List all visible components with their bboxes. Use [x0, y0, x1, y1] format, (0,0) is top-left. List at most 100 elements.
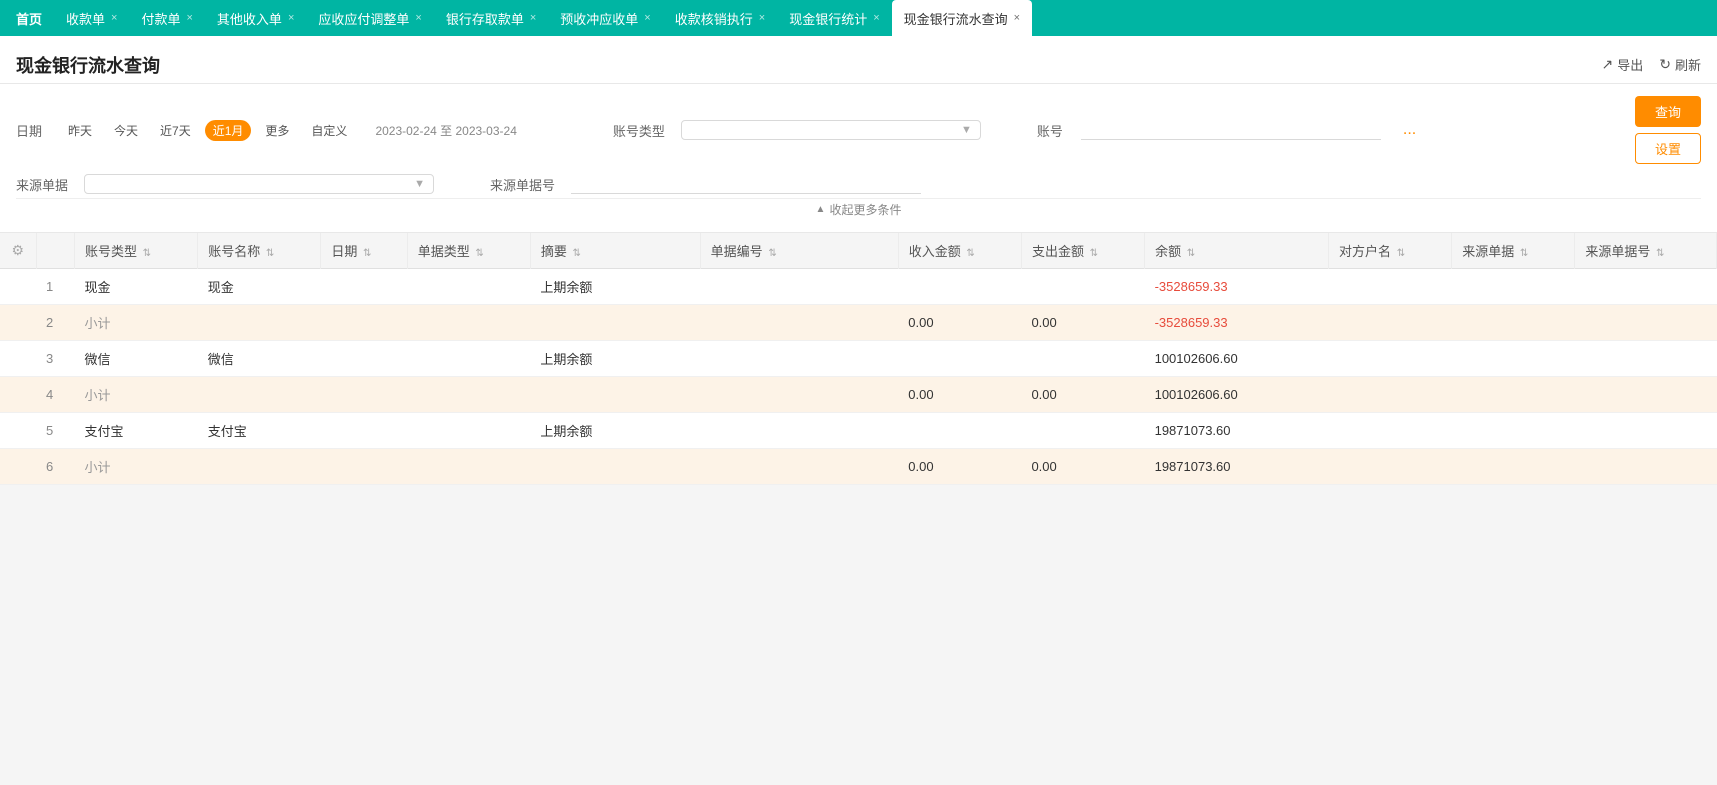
account-input[interactable]: [1085, 122, 1377, 137]
nav-adjustment[interactable]: 应收应付调整单 ×: [306, 0, 433, 36]
row-doc-no: [700, 305, 898, 341]
nav-verify-close[interactable]: ×: [759, 12, 765, 24]
nav-prepaid-close[interactable]: ×: [644, 12, 650, 24]
col-doc-type[interactable]: 单据类型 ⇅: [407, 233, 530, 269]
row-income: [898, 269, 1021, 305]
nav-statistics[interactable]: 现金银行统计 ×: [777, 0, 891, 36]
nav-other-income-close[interactable]: ×: [288, 12, 294, 24]
col-income[interactable]: 收入金额 ⇅: [898, 233, 1021, 269]
row-counterpart: [1329, 377, 1452, 413]
nav-other-income[interactable]: 其他收入单 ×: [205, 0, 306, 36]
row-account-name: 支付宝: [198, 413, 321, 449]
refresh-button[interactable]: ↻ 刷新: [1659, 55, 1701, 74]
account-type-select[interactable]: ▼: [681, 120, 981, 140]
row-gear: [0, 413, 36, 449]
col-counterpart[interactable]: 对方户名 ⇅: [1329, 233, 1452, 269]
row-balance: 100102606.60: [1145, 341, 1329, 377]
nav-receipt[interactable]: 收款单 ×: [54, 0, 129, 36]
row-source-doc: [1452, 269, 1575, 305]
row-summary: [530, 377, 700, 413]
collapse-row: ▲ 收起更多条件: [16, 198, 1701, 220]
nav-prepaid[interactable]: 预收冲应收单 ×: [548, 0, 662, 36]
col-expense[interactable]: 支出金额 ⇅: [1021, 233, 1144, 269]
gear-icon[interactable]: ⚙: [11, 242, 24, 258]
row-summary: 上期余额: [530, 341, 700, 377]
sort-balance-icon: ⇅: [1187, 248, 1195, 259]
action-buttons: 查询 设置: [1635, 96, 1701, 164]
date-opt-yesterday[interactable]: 昨天: [60, 120, 100, 141]
collapse-button[interactable]: ▲ 收起更多条件: [16, 198, 1701, 220]
row-counterpart: [1329, 449, 1452, 485]
date-options: 昨天 今天 近7天 近1月 更多 自定义: [60, 120, 355, 141]
account-type-chevron-icon: ▼: [961, 124, 972, 136]
date-opt-1month[interactable]: 近1月: [205, 120, 252, 141]
nav-home-label: 首页: [16, 9, 42, 28]
row-source-doc: [1452, 341, 1575, 377]
sort-doc-type-icon: ⇅: [475, 248, 483, 259]
row-summary: [530, 449, 700, 485]
row-date: [321, 377, 407, 413]
table-row[interactable]: 5 支付宝 支付宝 上期余额 19871073.60: [0, 413, 1717, 449]
export-icon: ↗: [1602, 56, 1614, 73]
row-expense: [1021, 341, 1144, 377]
nav-bank-deposit[interactable]: 银行存取款单 ×: [434, 0, 548, 36]
col-doc-no[interactable]: 单据编号 ⇅: [700, 233, 898, 269]
table-row[interactable]: 3 微信 微信 上期余额 100102606.60: [0, 341, 1717, 377]
nav-receipt-close[interactable]: ×: [111, 12, 117, 24]
col-date[interactable]: 日期 ⇅: [321, 233, 407, 269]
date-opt-today[interactable]: 今天: [106, 120, 146, 141]
source-doc-select[interactable]: ▼: [84, 174, 434, 194]
row-source-doc-no: [1575, 449, 1717, 485]
nav-cashflow[interactable]: 现金银行流水查询 ×: [892, 0, 1032, 36]
row-doc-no: [700, 449, 898, 485]
nav-home[interactable]: 首页: [4, 0, 54, 36]
top-nav: 首页 收款单 × 付款单 × 其他收入单 × 应收应付调整单 × 银行存取款单 …: [0, 0, 1717, 36]
table-row[interactable]: 2 小计 0.00 0.00 -3528659.33: [0, 305, 1717, 341]
row-account-type: 支付宝: [75, 413, 198, 449]
table-row[interactable]: 4 小计 0.00 0.00 100102606.60: [0, 377, 1717, 413]
nav-statistics-close[interactable]: ×: [873, 12, 879, 24]
nav-adjustment-close[interactable]: ×: [415, 12, 421, 24]
row-expense: [1021, 413, 1144, 449]
export-button[interactable]: ↗ 导出: [1602, 55, 1644, 74]
row-counterpart: [1329, 305, 1452, 341]
nav-payment[interactable]: 付款单 ×: [129, 0, 204, 36]
row-gear: [0, 377, 36, 413]
row-date: [321, 305, 407, 341]
date-opt-7days[interactable]: 近7天: [152, 120, 199, 141]
col-account-type[interactable]: 账号类型 ⇅: [75, 233, 198, 269]
col-balance[interactable]: 余额 ⇅: [1145, 233, 1329, 269]
account-dots-button[interactable]: ...: [1397, 121, 1422, 139]
table-row[interactable]: 1 现金 现金 上期余额 -3528659.33: [0, 269, 1717, 305]
row-doc-type: [407, 341, 530, 377]
row-account-name: [198, 377, 321, 413]
col-account-name[interactable]: 账号名称 ⇅: [198, 233, 321, 269]
source-doc-num-input[interactable]: [575, 176, 917, 191]
date-opt-more[interactable]: 更多: [257, 120, 297, 141]
row-account-type: 小计: [75, 305, 198, 341]
row-account-type: 现金: [75, 269, 198, 305]
row-doc-type: [407, 305, 530, 341]
col-summary[interactable]: 摘要 ⇅: [530, 233, 700, 269]
nav-adjustment-label: 应收应付调整单: [318, 9, 409, 28]
col-source-doc-no[interactable]: 来源单据号 ⇅: [1575, 233, 1717, 269]
query-button[interactable]: 查询: [1635, 96, 1701, 127]
nav-cashflow-close[interactable]: ×: [1014, 12, 1020, 24]
col-row-num: [36, 233, 75, 269]
row-source-doc: [1452, 449, 1575, 485]
row-num: 5: [36, 413, 75, 449]
sort-account-name-icon: ⇅: [266, 248, 274, 259]
account-input-wrap: [1081, 120, 1381, 140]
row-doc-no: [700, 341, 898, 377]
nav-payment-close[interactable]: ×: [186, 12, 192, 24]
row-counterpart: [1329, 341, 1452, 377]
nav-verify[interactable]: 收款核销执行 ×: [663, 0, 777, 36]
date-opt-custom[interactable]: 自定义: [303, 120, 355, 141]
nav-receipt-label: 收款单: [66, 9, 105, 28]
nav-bank-deposit-close[interactable]: ×: [530, 12, 536, 24]
col-source-doc[interactable]: 来源单据 ⇅: [1452, 233, 1575, 269]
row-num: 3: [36, 341, 75, 377]
setting-button[interactable]: 设置: [1635, 133, 1701, 164]
row-date: [321, 341, 407, 377]
table-row[interactable]: 6 小计 0.00 0.00 19871073.60: [0, 449, 1717, 485]
